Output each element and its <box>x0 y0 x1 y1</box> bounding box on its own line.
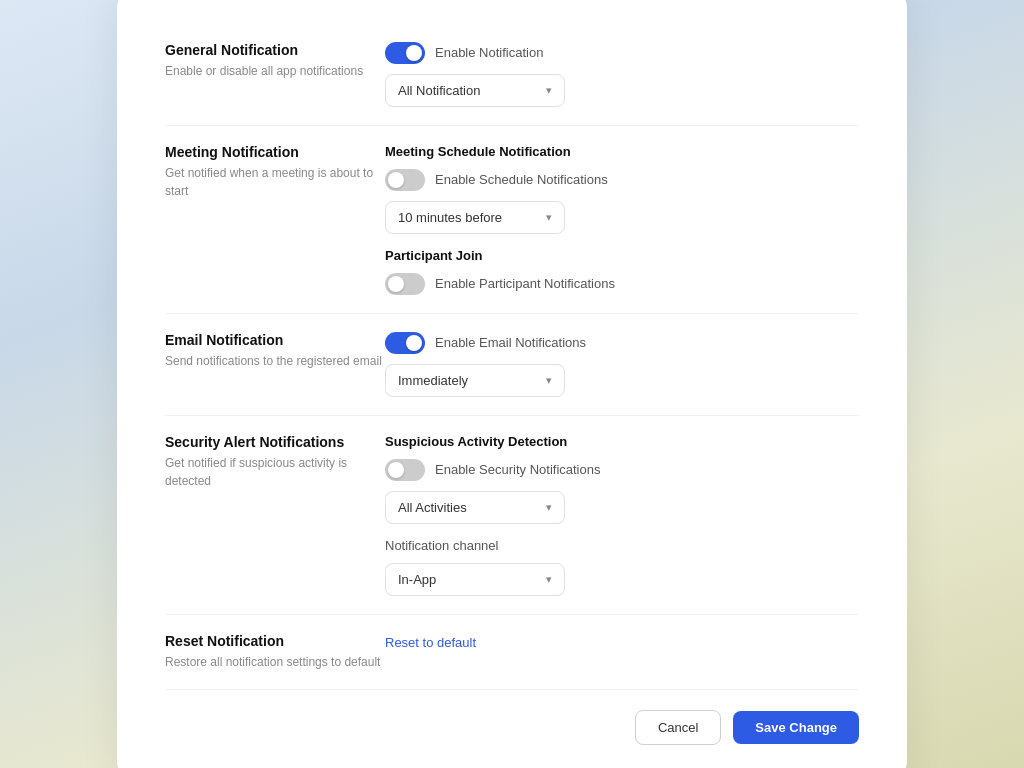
email-left-col: Email Notification Send notifications to… <box>165 332 385 370</box>
reset-to-default-link[interactable]: Reset to default <box>385 635 476 650</box>
enable-email-toggle[interactable] <box>385 332 425 354</box>
enable-schedule-toggle[interactable] <box>385 169 425 191</box>
channel-dropdown[interactable]: In-App ▾ <box>385 563 565 596</box>
reset-control-group: Reset to default <box>385 633 859 651</box>
meeting-time-value: 10 minutes before <box>398 210 502 225</box>
save-change-button[interactable]: Save Change <box>733 711 859 744</box>
notification-channel-row: Notification channel <box>385 538 859 553</box>
email-right-col: Enable Email Notifications Immediately ▾ <box>385 332 859 397</box>
reset-description: Restore all notification settings to def… <box>165 653 385 671</box>
general-title: General Notification <box>165 42 385 58</box>
general-description: Enable or disable all app notifications <box>165 62 385 80</box>
email-frequency-value: Immediately <box>398 373 468 388</box>
reset-left-col: Reset Notification Restore all notificat… <box>165 633 385 671</box>
all-notification-value: All Notification <box>398 83 480 98</box>
general-notification-section: General Notification Enable or disable a… <box>165 24 859 126</box>
enable-schedule-label: Enable Schedule Notifications <box>435 172 608 187</box>
meeting-time-arrow: ▾ <box>546 211 552 224</box>
activities-value: All Activities <box>398 500 467 515</box>
security-title: Security Alert Notifications <box>165 434 385 450</box>
general-right-col: Enable Notification All Notification ▾ <box>385 42 859 107</box>
enable-notification-toggle[interactable] <box>385 42 425 64</box>
settings-card: General Notification Enable or disable a… <box>117 0 907 768</box>
channel-value: In-App <box>398 572 436 587</box>
meeting-left-col: Meeting Notification Get notified when a… <box>165 144 385 200</box>
enable-email-label: Enable Email Notifications <box>435 335 586 350</box>
email-frequency-dropdown[interactable]: Immediately ▾ <box>385 364 565 397</box>
security-toggle-row: Enable Security Notifications <box>385 459 859 481</box>
activities-arrow: ▾ <box>546 501 552 514</box>
enable-security-toggle[interactable] <box>385 459 425 481</box>
meeting-description: Get notified when a meeting is about to … <box>165 164 385 200</box>
meeting-schedule-subheading: Meeting Schedule Notification <box>385 144 859 159</box>
all-notification-dropdown[interactable]: All Notification ▾ <box>385 74 565 107</box>
channel-arrow: ▾ <box>546 573 552 586</box>
meeting-title: Meeting Notification <box>165 144 385 160</box>
enable-notification-label: Enable Notification <box>435 45 543 60</box>
participant-join-subheading: Participant Join <box>385 248 859 263</box>
email-toggle-row: Enable Email Notifications <box>385 332 859 354</box>
participant-toggle-row: Enable Participant Notifications <box>385 273 859 295</box>
general-control-group: Enable Notification All Notification ▾ <box>385 42 859 107</box>
general-left-col: General Notification Enable or disable a… <box>165 42 385 80</box>
security-description: Get notified if suspicious activity is d… <box>165 454 385 490</box>
participant-join-group: Participant Join Enable Participant Noti… <box>385 248 859 295</box>
reset-notification-section: Reset Notification Restore all notificat… <box>165 615 859 690</box>
cancel-button[interactable]: Cancel <box>635 710 721 745</box>
meeting-schedule-group: Meeting Schedule Notification Enable Sch… <box>385 144 859 234</box>
email-title: Email Notification <box>165 332 385 348</box>
notification-channel-group: Notification channel In-App ▾ <box>385 538 859 596</box>
security-notification-section: Security Alert Notifications Get notifie… <box>165 416 859 615</box>
security-right-col: Suspicious Activity Detection Enable Sec… <box>385 434 859 596</box>
all-notification-arrow: ▾ <box>546 84 552 97</box>
enable-security-label: Enable Security Notifications <box>435 462 600 477</box>
footer-row: Cancel Save Change <box>165 690 859 745</box>
general-toggle-row: Enable Notification <box>385 42 859 64</box>
notification-channel-label: Notification channel <box>385 538 498 553</box>
reset-title: Reset Notification <box>165 633 385 649</box>
email-control-group: Enable Email Notifications Immediately ▾ <box>385 332 859 397</box>
suspicious-activity-group: Suspicious Activity Detection Enable Sec… <box>385 434 859 524</box>
meeting-time-dropdown[interactable]: 10 minutes before ▾ <box>385 201 565 234</box>
email-frequency-arrow: ▾ <box>546 374 552 387</box>
meeting-schedule-toggle-row: Enable Schedule Notifications <box>385 169 859 191</box>
enable-participant-label: Enable Participant Notifications <box>435 276 615 291</box>
suspicious-activity-subheading: Suspicious Activity Detection <box>385 434 859 449</box>
activities-dropdown[interactable]: All Activities ▾ <box>385 491 565 524</box>
meeting-right-col: Meeting Schedule Notification Enable Sch… <box>385 144 859 295</box>
meeting-notification-section: Meeting Notification Get notified when a… <box>165 126 859 314</box>
security-left-col: Security Alert Notifications Get notifie… <box>165 434 385 490</box>
email-description: Send notifications to the registered ema… <box>165 352 385 370</box>
enable-participant-toggle[interactable] <box>385 273 425 295</box>
email-notification-section: Email Notification Send notifications to… <box>165 314 859 416</box>
reset-right-col: Reset to default <box>385 633 859 651</box>
